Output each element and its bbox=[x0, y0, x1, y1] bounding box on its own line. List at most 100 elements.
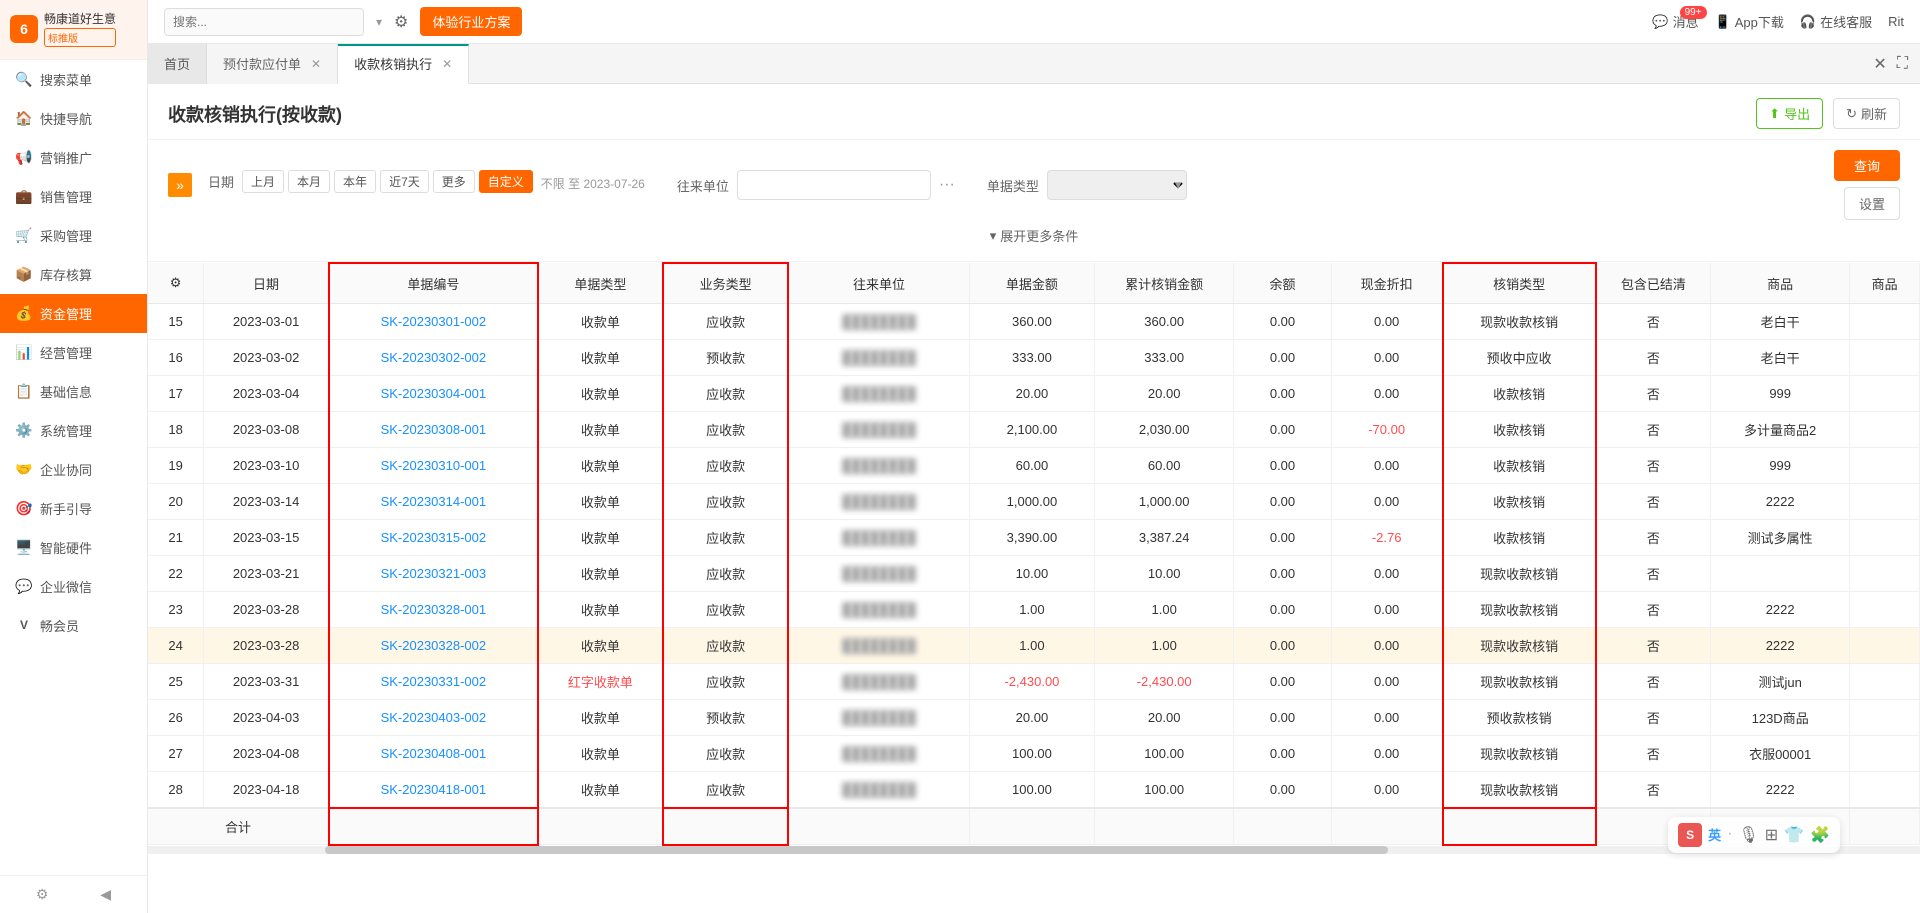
topbar-search-input[interactable] bbox=[164, 8, 364, 36]
date-this-year-btn[interactable]: 本年 bbox=[334, 170, 376, 193]
sidebar-item-wechat[interactable]: 💬 企业微信 bbox=[0, 567, 147, 606]
doc-link[interactable]: SK-20230328-001 bbox=[381, 602, 487, 617]
cell-docno: SK-20230328-002 bbox=[329, 628, 538, 664]
cell-verified: 60.00 bbox=[1095, 448, 1234, 484]
cell-verified: 10.00 bbox=[1095, 556, 1234, 592]
filter-settings-button[interactable]: 设置 bbox=[1844, 187, 1900, 220]
refresh-button[interactable]: ↻ 刷新 bbox=[1833, 98, 1900, 129]
cell-no: 17 bbox=[148, 376, 204, 412]
partner-filter-dots[interactable]: ··· bbox=[939, 176, 955, 194]
doc-link[interactable]: SK-20230314-001 bbox=[381, 494, 487, 509]
solution-button[interactable]: 体验行业方案 bbox=[420, 7, 522, 36]
partner-filter-input[interactable] bbox=[737, 170, 931, 200]
watermark-action-icons[interactable]: 英 · 🎙 ⊞ 👕 🧩 bbox=[1708, 825, 1830, 845]
doc-link[interactable]: SK-20230328-002 bbox=[381, 638, 487, 653]
date-7-days-btn[interactable]: 近7天 bbox=[380, 170, 429, 193]
tab-prepayment[interactable]: 预付款应付单 ✕ bbox=[207, 44, 338, 84]
maximize-icon[interactable]: ⛶ bbox=[1897, 55, 1908, 73]
cell-verified: 360.00 bbox=[1095, 304, 1234, 340]
sidebar-item-purchase[interactable]: 🛒 采购管理 bbox=[0, 216, 147, 255]
sidebar-item-finance[interactable]: 💰 资金管理 bbox=[0, 294, 147, 333]
grid-icon[interactable]: ⊞ bbox=[1765, 825, 1778, 845]
sidebar-item-guide[interactable]: 🎯 新手引导 bbox=[0, 489, 147, 528]
expand-filter-button[interactable]: ▾ 展开更多条件 bbox=[990, 226, 1079, 245]
sidebar-item-label: 快捷导航 bbox=[40, 109, 92, 128]
tab-verification[interactable]: 收款核销执行 ✕ bbox=[338, 44, 469, 84]
query-button[interactable]: 查询 bbox=[1834, 150, 1900, 181]
close-tab-icon[interactable]: ✕ bbox=[1873, 54, 1886, 74]
sidebar-item-system[interactable]: ⚙️ 系统管理 bbox=[0, 411, 147, 450]
doc-link[interactable]: SK-20230418-001 bbox=[381, 782, 487, 797]
cell-date: 2023-03-14 bbox=[204, 484, 329, 520]
sidebar-item-basic[interactable]: 📋 基础信息 bbox=[0, 372, 147, 411]
cell-no: 16 bbox=[148, 340, 204, 376]
collapse-icon[interactable]: ◀ bbox=[100, 886, 111, 903]
doctype-filter-select[interactable]: 收款单 红字收款单 bbox=[1047, 170, 1187, 200]
cell-product2 bbox=[1850, 484, 1920, 520]
doc-link[interactable]: SK-20230302-002 bbox=[381, 350, 487, 365]
table-scrollbar[interactable] bbox=[148, 846, 1920, 854]
cell-verified: 100.00 bbox=[1095, 736, 1234, 772]
sidebar-item-enterprise[interactable]: 🤝 企业协同 bbox=[0, 450, 147, 489]
date-last-month-btn[interactable]: 上月 bbox=[242, 170, 284, 193]
user-name[interactable]: Rit bbox=[1888, 14, 1904, 29]
sidebar-item-member[interactable]: V 畅会员 bbox=[0, 606, 147, 645]
cell-date: 2023-03-01 bbox=[204, 304, 329, 340]
tab-prepayment-close-icon[interactable]: ✕ bbox=[311, 57, 321, 71]
sidebar-item-operations[interactable]: 📊 经营管理 bbox=[0, 333, 147, 372]
cell-doctype: 收款单 bbox=[538, 412, 663, 448]
sidebar-item-sales[interactable]: 💼 销售管理 bbox=[0, 177, 147, 216]
date-custom-btn[interactable]: 自定义 bbox=[479, 170, 533, 193]
shirt-icon[interactable]: 👕 bbox=[1784, 825, 1804, 845]
messages-button[interactable]: 💬 消息 99+ bbox=[1652, 12, 1698, 31]
sidebar-item-inventory[interactable]: 📦 库存核算 bbox=[0, 255, 147, 294]
cell-doctype: 收款单 bbox=[538, 736, 663, 772]
finance-icon: 💰 bbox=[16, 305, 32, 321]
sidebar-item-marketing[interactable]: 📢 营销推广 bbox=[0, 138, 147, 177]
messages-badge: 99+ bbox=[1680, 6, 1707, 19]
tab-home[interactable]: 首页 bbox=[148, 44, 207, 84]
puzzle-icon[interactable]: 🧩 bbox=[1810, 825, 1830, 845]
doc-link[interactable]: SK-20230408-001 bbox=[381, 746, 487, 761]
cell-verifytype: 收款核销 bbox=[1443, 448, 1596, 484]
col-product2: 商品 bbox=[1850, 263, 1920, 304]
filter-toggle-icon[interactable]: » bbox=[168, 173, 192, 197]
doc-link[interactable]: SK-20230301-002 bbox=[381, 314, 487, 329]
doc-link[interactable]: SK-20230304-001 bbox=[381, 386, 487, 401]
col-balance: 余额 bbox=[1234, 263, 1331, 304]
app-download-button[interactable]: 📱 App下载 bbox=[1715, 12, 1784, 31]
cell-biztype: 应收款 bbox=[663, 304, 788, 340]
doc-link[interactable]: SK-20230310-001 bbox=[381, 458, 487, 473]
cell-date: 2023-03-28 bbox=[204, 592, 329, 628]
sidebar-item-nav[interactable]: 🏠 快捷导航 bbox=[0, 99, 147, 138]
mic-icon[interactable]: 🎙 bbox=[1738, 825, 1758, 845]
cell-discount: 0.00 bbox=[1331, 448, 1442, 484]
sidebar-item-hardware[interactable]: 🖥️ 智能硬件 bbox=[0, 528, 147, 567]
doc-link[interactable]: SK-20230403-002 bbox=[381, 710, 487, 725]
dropdown-arrow-icon[interactable]: ▾ bbox=[376, 15, 382, 29]
doc-link[interactable]: SK-20230321-003 bbox=[381, 566, 487, 581]
cell-balance: 0.00 bbox=[1234, 520, 1331, 556]
cell-biztype: 预收款 bbox=[663, 340, 788, 376]
sidebar-item-search[interactable]: 🔍 搜索菜单 bbox=[0, 60, 147, 99]
cell-product1 bbox=[1711, 556, 1850, 592]
doc-link[interactable]: SK-20230308-001 bbox=[381, 422, 487, 437]
tab-verification-close-icon[interactable]: ✕ bbox=[442, 57, 452, 71]
doc-link[interactable]: SK-20230315-002 bbox=[381, 530, 487, 545]
online-service-button[interactable]: 🎧 在线客服 bbox=[1800, 12, 1872, 31]
cell-discount: 0.00 bbox=[1331, 484, 1442, 520]
chevron-right-icon: » bbox=[176, 177, 184, 193]
table-scrollbar-thumb[interactable] bbox=[325, 846, 1388, 854]
topbar-gear-icon[interactable]: ⚙ bbox=[394, 12, 408, 32]
col-gear[interactable]: ⚙ bbox=[148, 263, 204, 304]
cell-included: 否 bbox=[1596, 664, 1711, 700]
date-this-month-btn[interactable]: 本月 bbox=[288, 170, 330, 193]
english-icon[interactable]: 英 bbox=[1708, 825, 1721, 845]
cell-discount: 0.00 bbox=[1331, 736, 1442, 772]
export-button[interactable]: ⬆ 导出 bbox=[1756, 98, 1823, 129]
doc-link[interactable]: SK-20230331-002 bbox=[381, 674, 487, 689]
tab-prepayment-label: 预付款应付单 bbox=[223, 54, 301, 73]
settings-icon[interactable]: ⚙ bbox=[36, 886, 49, 903]
cell-product2 bbox=[1850, 520, 1920, 556]
date-more-btn[interactable]: 更多 bbox=[433, 170, 475, 193]
